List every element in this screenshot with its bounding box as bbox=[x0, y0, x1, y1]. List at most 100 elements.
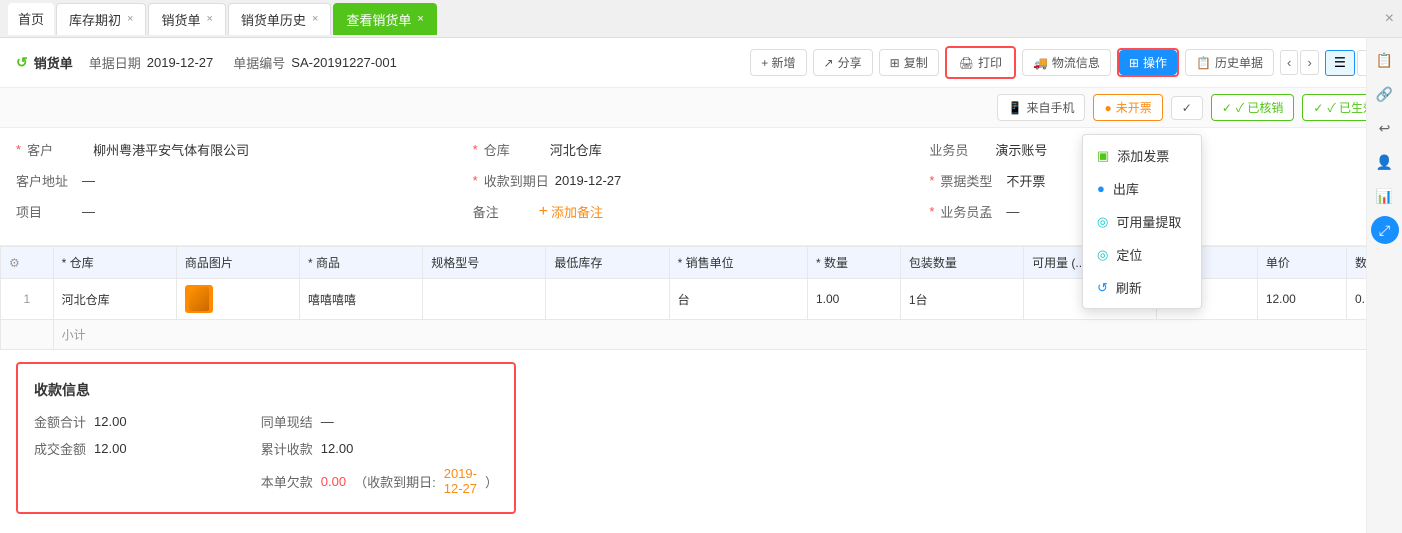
tab-sales-history[interactable]: 销货单历史 × bbox=[228, 3, 331, 35]
close-window-button[interactable]: × bbox=[1385, 10, 1394, 28]
summary-cumulative-row: 累计收款 12.00 bbox=[261, 439, 498, 458]
summary-transaction-row: 成交金额 12.00 bbox=[34, 439, 245, 458]
row-unit-price: 12.00 bbox=[1257, 279, 1346, 320]
salesperson-required: * bbox=[929, 204, 934, 219]
staff-label: 业务员 bbox=[929, 140, 989, 159]
sidebar-icon-user[interactable]: 👤 bbox=[1371, 148, 1399, 176]
available-extract-item[interactable]: ◎ 可用量提取 bbox=[1083, 205, 1201, 238]
locate-label: 定位 bbox=[1116, 245, 1142, 264]
summary-total-label: 金额合计 bbox=[34, 412, 86, 431]
not-open-button[interactable]: ● 未开票 bbox=[1093, 94, 1162, 121]
ticket-value: 不开票 bbox=[1006, 171, 1045, 190]
ticket-required: * bbox=[929, 173, 934, 188]
sold-status[interactable]: ✓ ✓ 已核销 bbox=[1211, 94, 1295, 121]
prev-button[interactable]: ‹ bbox=[1280, 50, 1298, 75]
col-product: * 商品 bbox=[300, 247, 423, 279]
tab-view-sales[interactable]: 查看销货单 × bbox=[333, 3, 436, 35]
print-icon: 🖨 bbox=[959, 56, 974, 70]
logistics-icon: 🚚 bbox=[1033, 56, 1048, 70]
customer-value: 柳州粤港平安气体有限公司 bbox=[93, 140, 249, 159]
due-date-required: * bbox=[473, 173, 478, 188]
complete-icon-btn[interactable]: ✓ bbox=[1171, 96, 1203, 120]
row-spec bbox=[423, 279, 546, 320]
settings-icon[interactable]: ⚙ bbox=[9, 256, 20, 270]
warehouse-value: 河北仓库 bbox=[550, 140, 602, 159]
doc-title-icon: ↺ bbox=[16, 54, 28, 71]
outbound-item[interactable]: ● 出库 bbox=[1083, 172, 1201, 205]
right-sidebar: 📋 🔗 ↩ 👤 📊 ⤢ bbox=[1366, 38, 1402, 533]
tab-close-history[interactable]: × bbox=[312, 13, 318, 25]
doc-date-field: 单据日期 2019-12-27 bbox=[89, 53, 214, 72]
add-invoice-label: 添加发票 bbox=[1117, 146, 1169, 165]
sidebar-icon-link[interactable]: 🔗 bbox=[1371, 80, 1399, 108]
print-area-outline: 🖨 打印 bbox=[945, 46, 1016, 79]
add-invoice-item[interactable]: ▣ 添加发票 bbox=[1083, 139, 1201, 172]
row-num: 1 bbox=[1, 279, 54, 320]
subtotal-row: 小计 bbox=[1, 320, 1402, 350]
add-note-button[interactable]: + 添加备注 bbox=[539, 202, 603, 221]
share-button[interactable]: ↗ 分享 bbox=[813, 49, 873, 76]
summary-owed-value: 0.00 bbox=[321, 474, 346, 489]
copy-button[interactable]: ⊞ 复制 bbox=[879, 49, 939, 76]
staff-value: 演示账号 bbox=[995, 140, 1047, 159]
share-icon: ↗ bbox=[824, 56, 834, 70]
list-view-button[interactable]: ☰ bbox=[1325, 50, 1355, 76]
tab-close-sales[interactable]: × bbox=[206, 13, 212, 25]
warehouse-required: * bbox=[473, 142, 478, 157]
locate-icon: ◎ bbox=[1097, 247, 1108, 263]
history-icon: 📋 bbox=[1196, 56, 1211, 70]
sold-check-icon: ✓ bbox=[1222, 101, 1232, 115]
print-button[interactable]: 🖨 打印 bbox=[949, 50, 1012, 75]
col-sales-unit: * 销售单位 bbox=[669, 247, 807, 279]
tab-home[interactable]: 首页 bbox=[8, 3, 54, 35]
operations-button[interactable]: ⊞ 操作 bbox=[1119, 50, 1177, 75]
refresh-item[interactable]: ↺ 刷新 bbox=[1083, 271, 1201, 304]
summary-owed-close: ） bbox=[485, 472, 498, 491]
col-product-img: 商品图片 bbox=[176, 247, 299, 279]
due-date-field: * 收款到期日 2019-12-27 bbox=[473, 171, 930, 190]
summary-grid: 金额合计 12.00 同单现结 — 成交金额 12.00 累计收款 12.00 … bbox=[34, 412, 498, 496]
effective-check-icon: ✓ bbox=[1313, 101, 1323, 115]
phone-icon: 📱 bbox=[1008, 101, 1023, 115]
address-value: — bbox=[82, 173, 95, 188]
summary-owed-date: 2019-12-27 bbox=[444, 466, 477, 496]
outbound-label: 出库 bbox=[1113, 179, 1139, 198]
from-phone-button[interactable]: 📱 来自手机 bbox=[997, 94, 1086, 121]
salesperson-value: — bbox=[1006, 204, 1019, 219]
history-button[interactable]: 📋 历史单据 bbox=[1185, 49, 1274, 76]
logistics-button[interactable]: 🚚 物流信息 bbox=[1022, 49, 1111, 76]
doc-number-value: SA-20191227-001 bbox=[291, 55, 397, 70]
col-settings[interactable]: ⚙ bbox=[1, 247, 54, 279]
summary-cumulative-label: 累计收款 bbox=[261, 439, 313, 458]
product-image bbox=[185, 285, 213, 313]
col-quantity: * 数量 bbox=[807, 247, 900, 279]
summary-owed-row: 本单欠款 0.00 （收款到期日: 2019-12-27 ） bbox=[261, 466, 498, 496]
summary-cumulative-value: 12.00 bbox=[321, 441, 354, 456]
summary-title: 收款信息 bbox=[34, 380, 498, 400]
sidebar-icon-doc[interactable]: 📋 bbox=[1371, 46, 1399, 74]
row-sales-unit: 台 bbox=[669, 279, 807, 320]
copy-icon: ⊞ bbox=[890, 56, 900, 70]
project-label: 项目 bbox=[16, 202, 76, 221]
outbound-icon: ● bbox=[1097, 181, 1105, 196]
tab-inventory-init[interactable]: 库存期初 × bbox=[56, 3, 146, 35]
tab-bar: 首页 库存期初 × 销货单 × 销货单历史 × 查看销货单 × × bbox=[0, 0, 1402, 38]
nav-arrows: ‹ › bbox=[1280, 50, 1319, 75]
locate-item[interactable]: ◎ 定位 bbox=[1083, 238, 1201, 271]
warehouse-field: * 仓库 河北仓库 bbox=[473, 140, 930, 159]
tab-close-inventory[interactable]: × bbox=[127, 13, 133, 25]
sidebar-icon-return[interactable]: ↩ bbox=[1371, 114, 1399, 142]
next-button[interactable]: › bbox=[1300, 50, 1318, 75]
new-button[interactable]: + 新增 bbox=[750, 49, 806, 76]
toolbar: 📱 来自手机 ● 未开票 ✓ ✓ ✓ 已核销 ✓ ✓ 已生效 bbox=[0, 88, 1402, 128]
expand-icon[interactable]: ⤢ bbox=[1371, 216, 1399, 244]
row-product: 嘻嘻嘻嘻 bbox=[300, 279, 423, 320]
tab-close-view-sales[interactable]: × bbox=[417, 13, 423, 25]
doc-actions: + 新增 ↗ 分享 ⊞ 复制 🖨 打印 🚚 物流信息 ⊞ bbox=[750, 46, 1386, 79]
due-date-label: 收款到期日 bbox=[484, 171, 549, 190]
summary-same-order-row: 同单现结 — bbox=[261, 412, 498, 431]
summary-transaction-label: 成交金额 bbox=[34, 439, 86, 458]
sidebar-icon-chart[interactable]: 📊 bbox=[1371, 182, 1399, 210]
refresh-label: 刷新 bbox=[1116, 278, 1142, 297]
tab-sales-order[interactable]: 销货单 × bbox=[148, 3, 225, 35]
